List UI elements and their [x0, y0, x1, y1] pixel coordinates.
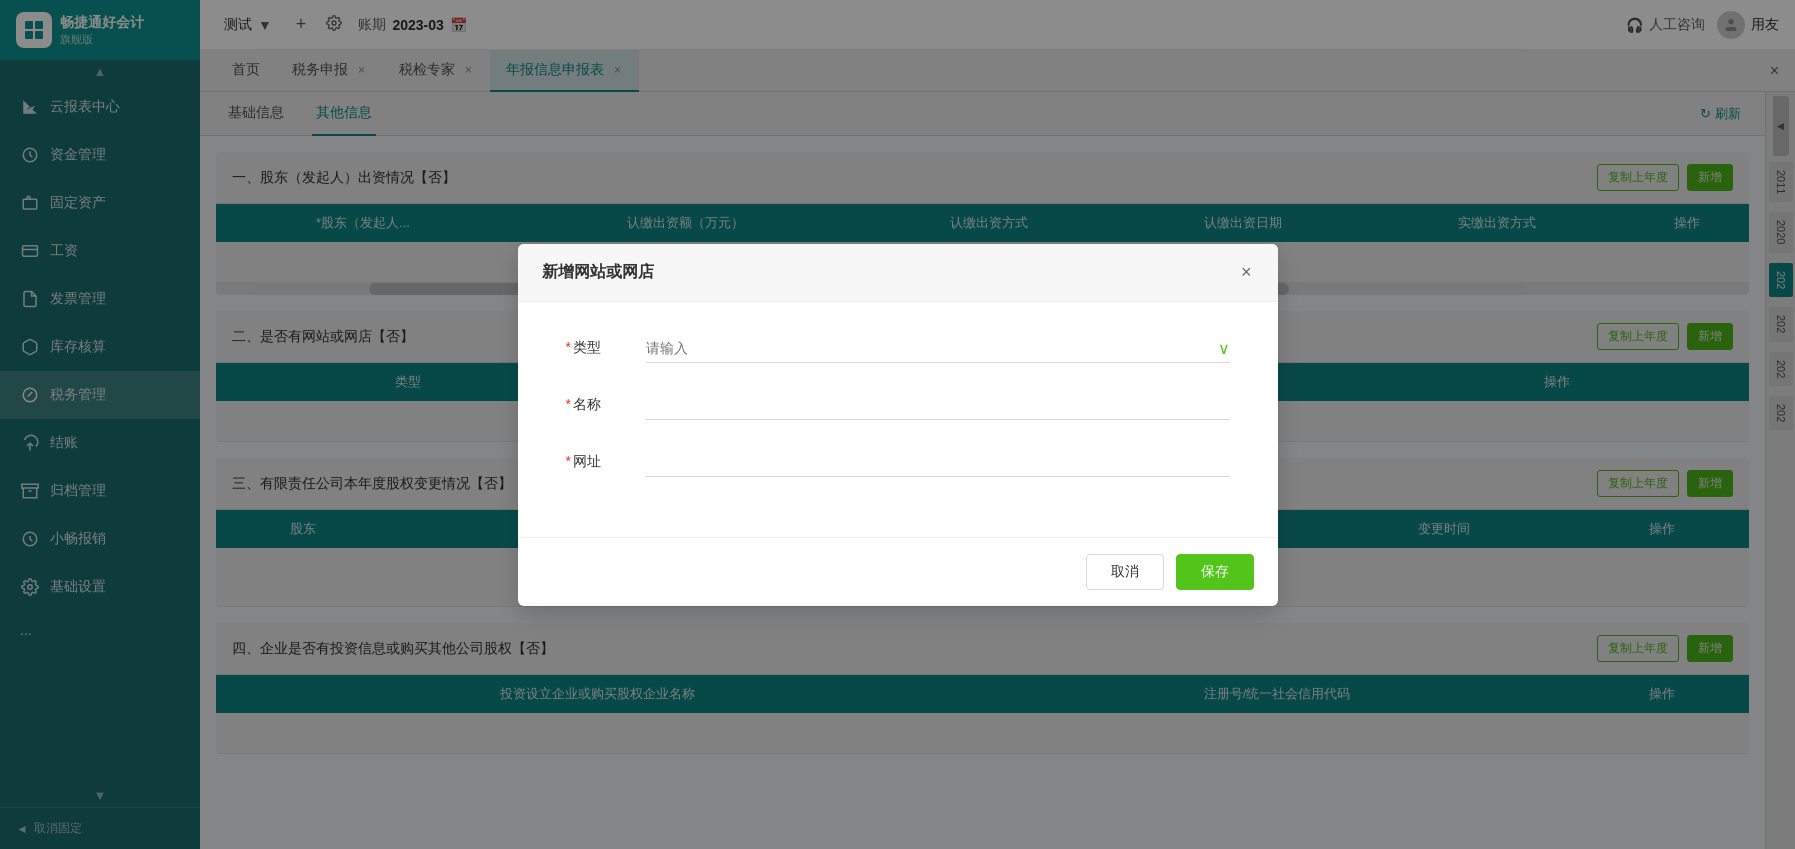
- modal-title: 新增网站或网店: [542, 262, 654, 283]
- required-asterisk: *: [566, 339, 571, 355]
- url-control: [646, 448, 1230, 477]
- modal-footer: 取消 保存: [518, 537, 1278, 606]
- form-row-type: *类型 ∨: [566, 334, 1230, 363]
- add-website-modal: 新增网站或网店 × *类型 ∨ *名称: [518, 244, 1278, 606]
- modal-close-button[interactable]: ×: [1239, 260, 1254, 285]
- name-label: *名称: [566, 396, 646, 414]
- required-asterisk: *: [566, 396, 571, 412]
- save-button[interactable]: 保存: [1176, 554, 1254, 590]
- url-input[interactable]: [646, 448, 1230, 477]
- modal-overlay[interactable]: 新增网站或网店 × *类型 ∨ *名称: [0, 0, 1795, 849]
- form-row-name: *名称: [566, 391, 1230, 420]
- type-label: *类型: [566, 339, 646, 357]
- form-row-url: *网址: [566, 448, 1230, 477]
- type-control: ∨: [646, 334, 1230, 363]
- modal-header: 新增网站或网店 ×: [518, 244, 1278, 302]
- name-control: [646, 391, 1230, 420]
- type-select-input[interactable]: [646, 334, 1230, 363]
- name-input[interactable]: [646, 391, 1230, 420]
- type-select-wrapper: ∨: [646, 334, 1230, 363]
- required-asterisk: *: [566, 453, 571, 469]
- modal-body: *类型 ∨ *名称: [518, 302, 1278, 537]
- url-label: *网址: [566, 453, 646, 471]
- cancel-button[interactable]: 取消: [1086, 554, 1164, 590]
